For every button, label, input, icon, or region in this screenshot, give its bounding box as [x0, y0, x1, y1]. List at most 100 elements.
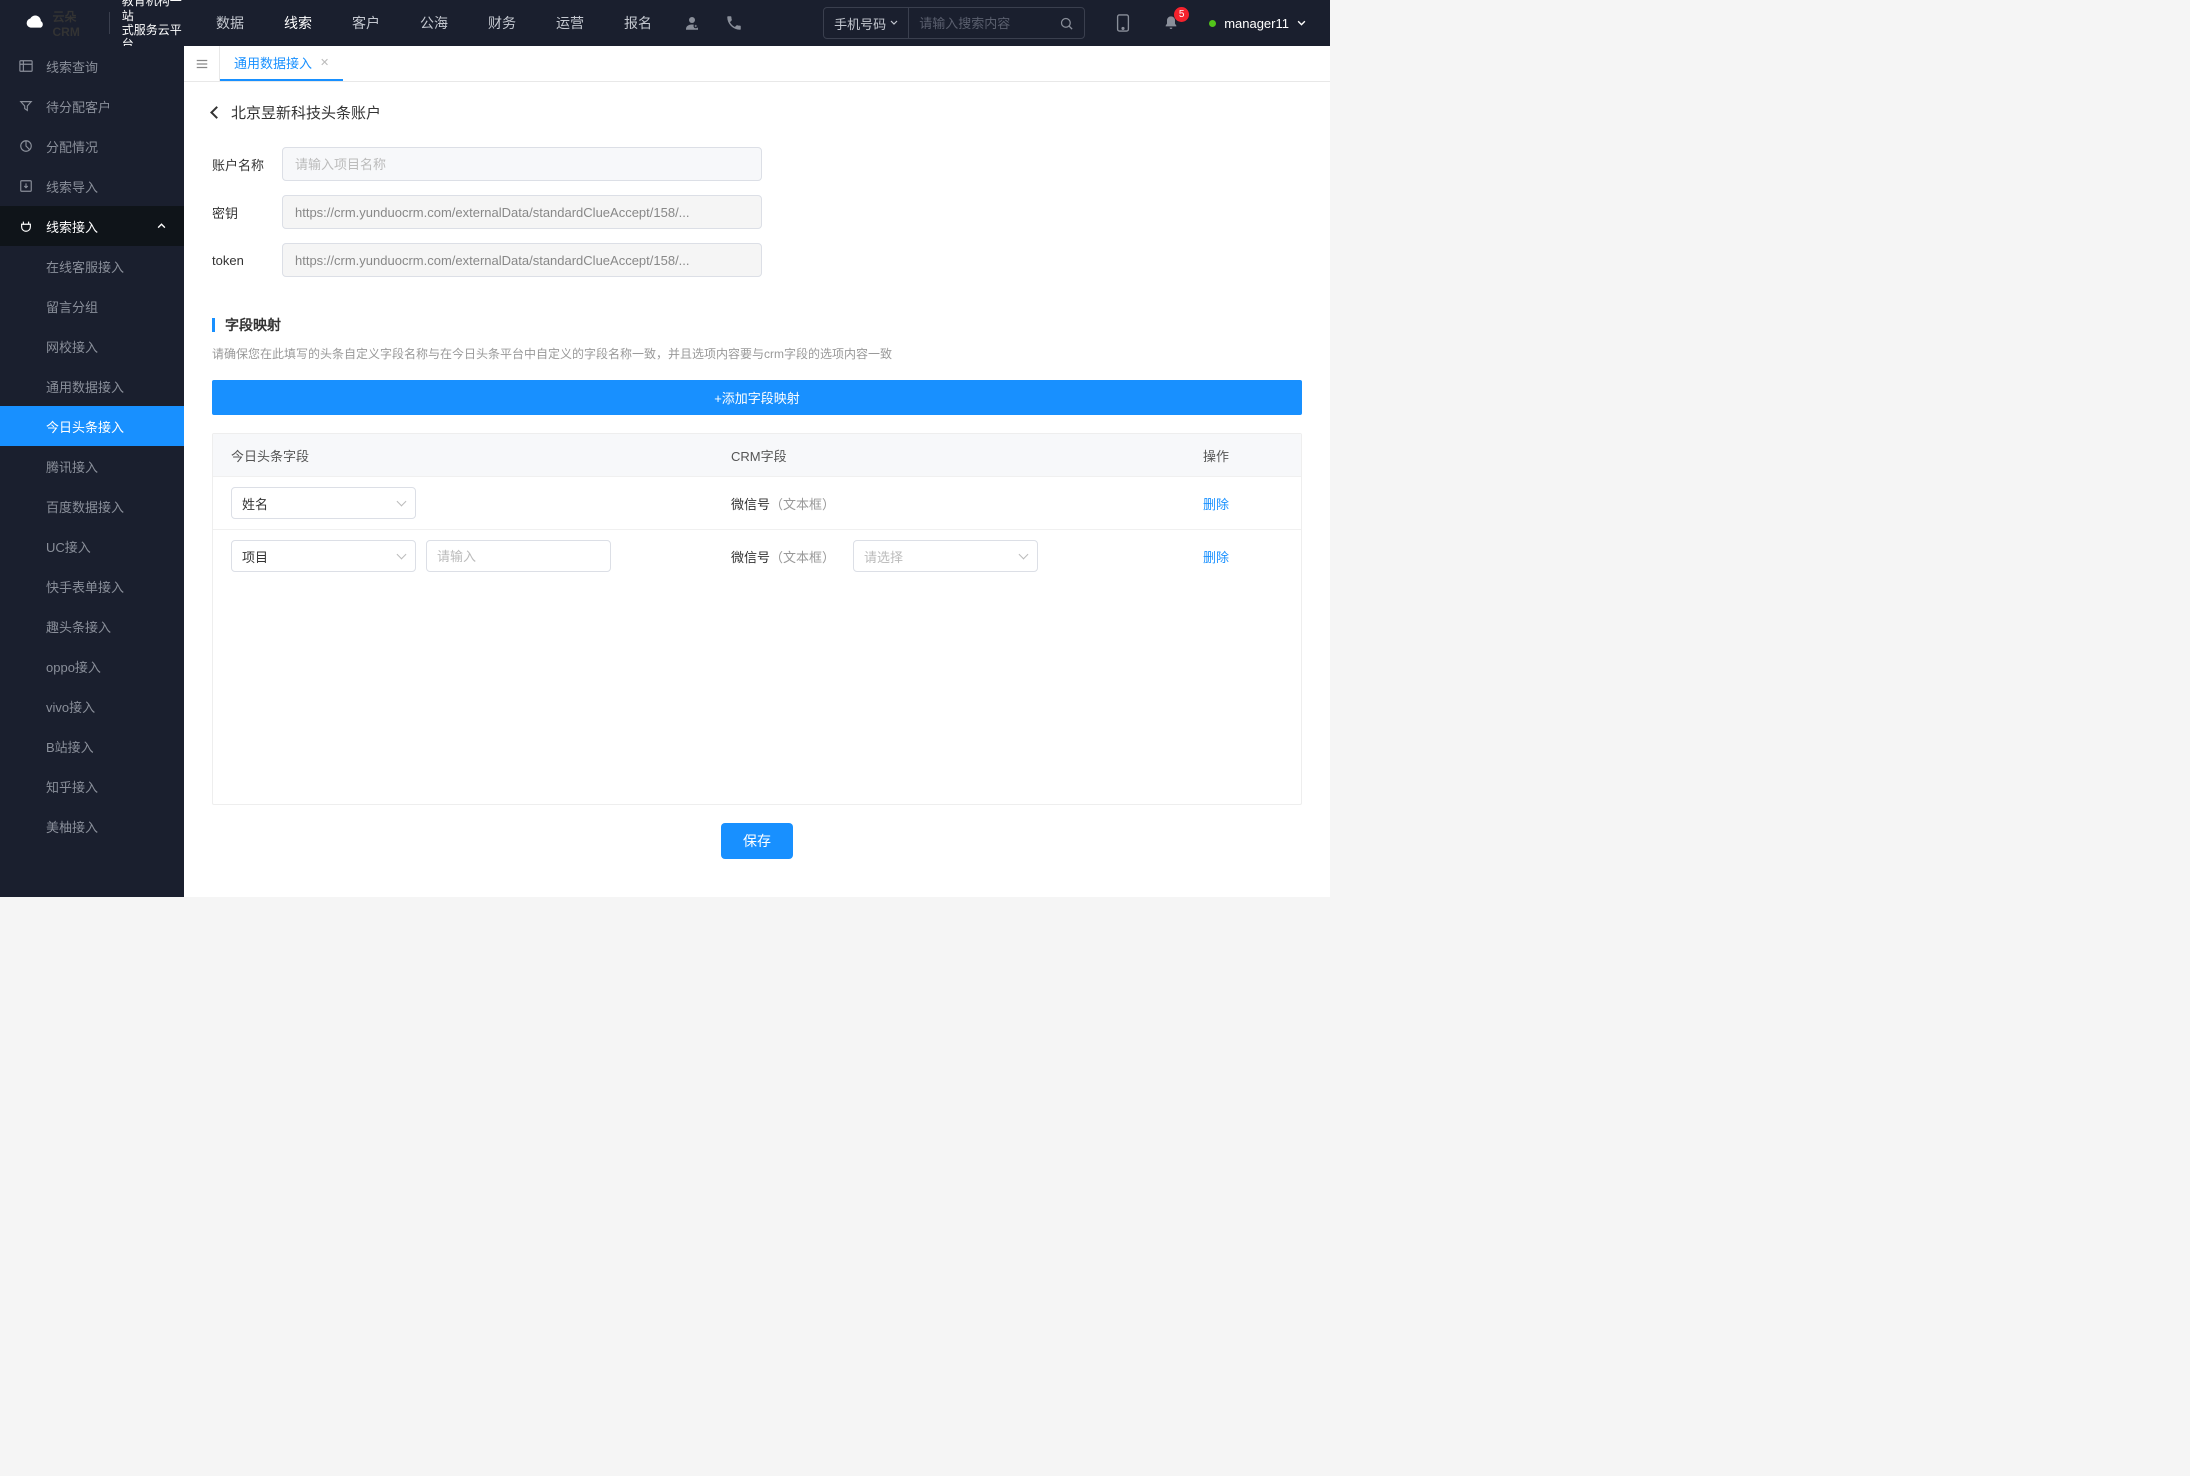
- sidebar-sub-message-group[interactable]: 留言分组: [0, 286, 184, 326]
- sidebar-item-clue-query[interactable]: 线索查询: [0, 46, 184, 86]
- sidebar-sub-uc[interactable]: UC接入: [0, 526, 184, 566]
- tabs-bar: 通用数据接入 ✕: [184, 46, 1330, 82]
- chevron-down-icon: [1019, 550, 1029, 560]
- input-key[interactable]: [282, 195, 762, 229]
- sidebar-sub-bilibili[interactable]: B站接入: [0, 726, 184, 766]
- search-type-label: 手机号码: [834, 14, 886, 33]
- nav-clue[interactable]: 线索: [282, 13, 314, 33]
- sidebar-label: 留言分组: [46, 297, 98, 316]
- chevron-down-icon: [397, 550, 407, 560]
- content: 北京昱新科技头条账户 账户名称 密钥 token 字段映射 请确保您在此填写的头…: [184, 82, 1330, 897]
- logo-sub1: 教育机构一站: [122, 0, 184, 23]
- logo-icon: [24, 10, 46, 36]
- sidebar-sub-vivo[interactable]: vivo接入: [0, 686, 184, 726]
- sidebar-label: UC接入: [46, 537, 91, 556]
- back-icon: [210, 106, 223, 119]
- field-select[interactable]: 项目: [231, 540, 416, 572]
- mapping-table: 今日头条字段 CRM字段 操作 姓名 微信号（文本框） 删除: [212, 433, 1302, 805]
- field-select[interactable]: 姓名: [231, 487, 416, 519]
- sidebar-label: 腾讯接入: [46, 457, 98, 476]
- main: 通用数据接入 ✕ 北京昱新科技头条账户 账户名称 密钥 token: [184, 46, 1330, 897]
- nav-ops[interactable]: 运营: [554, 13, 586, 33]
- sidebar-sub-meiyou[interactable]: 美柚接入: [0, 806, 184, 846]
- sidebar-label: 分配情况: [46, 137, 98, 156]
- sidebar-sub-toutiao[interactable]: 今日头条接入: [0, 406, 184, 446]
- sidebar-label: vivo接入: [46, 697, 95, 716]
- table-header: 今日头条字段 CRM字段 操作: [213, 434, 1301, 476]
- table-row: 姓名 微信号（文本框） 删除: [213, 476, 1301, 529]
- select-placeholder: 请选择: [864, 547, 903, 566]
- crm-field: 微信号: [731, 550, 770, 565]
- logo[interactable]: 云朵CRM 教育机构一站 式服务云平台: [0, 0, 184, 52]
- delete-link[interactable]: 删除: [1203, 550, 1229, 565]
- section-bar: [212, 318, 215, 332]
- logo-name: 云朵CRM: [52, 8, 96, 39]
- help-text: 请确保您在此填写的头条自定义字段名称与在今日头条平台中自定义的字段名称一致，并且…: [212, 345, 1302, 362]
- nav-enroll[interactable]: 报名: [622, 13, 654, 33]
- sidebar-item-clue-access[interactable]: 线索接入: [0, 206, 184, 246]
- sidebar-label: 线索接入: [46, 217, 98, 236]
- field-input[interactable]: [426, 540, 611, 572]
- section-title: 字段映射: [225, 315, 281, 335]
- top-nav: 数据 线索 客户 公海 财务 运营 报名: [214, 13, 654, 33]
- status-dot: [1209, 20, 1216, 27]
- tab-label: 通用数据接入: [234, 53, 312, 72]
- sidebar-label: 通用数据接入: [46, 377, 124, 396]
- search-button[interactable]: [1049, 16, 1084, 31]
- sidebar-item-clue-import[interactable]: 线索导入: [0, 166, 184, 206]
- crm-field: 微信号: [731, 497, 770, 512]
- sidebar-sub-baidu[interactable]: 百度数据接入: [0, 486, 184, 526]
- sidebar-sub-qutoutiao[interactable]: 趣头条接入: [0, 606, 184, 646]
- label-account-name: 账户名称: [212, 155, 282, 174]
- search-input[interactable]: [909, 16, 1049, 31]
- input-account-name[interactable]: [282, 147, 762, 181]
- sidebar-label: 趣头条接入: [46, 617, 111, 636]
- nav-customer[interactable]: 客户: [350, 13, 382, 33]
- logo-divider: [109, 12, 110, 34]
- user-add-icon[interactable]: [682, 13, 702, 33]
- tab-menu-button[interactable]: [184, 46, 220, 81]
- sidebar-sub-online-service[interactable]: 在线客服接入: [0, 246, 184, 286]
- nav-sea[interactable]: 公海: [418, 13, 450, 33]
- sidebar-sub-kuaishou[interactable]: 快手表单接入: [0, 566, 184, 606]
- select-value: 姓名: [242, 494, 268, 513]
- col-crm: CRM字段: [731, 446, 1203, 465]
- table-row: 项目 微信号（文本框） 请选择 删除: [213, 529, 1301, 582]
- notification-icon[interactable]: 5: [1161, 13, 1181, 33]
- sidebar-sub-oppo[interactable]: oppo接入: [0, 646, 184, 686]
- user-menu[interactable]: manager11: [1209, 16, 1306, 31]
- nav-data[interactable]: 数据: [214, 13, 246, 33]
- pie-icon: [18, 138, 34, 154]
- chevron-down-icon: [890, 19, 898, 27]
- crm-sub: （文本框）: [770, 550, 835, 565]
- username: manager11: [1224, 16, 1289, 31]
- sidebar-label: 美柚接入: [46, 817, 98, 836]
- phone-icon[interactable]: [724, 13, 744, 33]
- sidebar-item-pending-customers[interactable]: 待分配客户: [0, 86, 184, 126]
- save-button[interactable]: 保存: [721, 823, 793, 859]
- add-mapping-button[interactable]: +添加字段映射: [212, 380, 1302, 415]
- tab-close-icon[interactable]: ✕: [320, 56, 329, 69]
- search-type-select[interactable]: 手机号码: [824, 8, 909, 38]
- chevron-up-icon: [157, 222, 166, 231]
- col-actions: 操作: [1203, 446, 1283, 465]
- input-token[interactable]: [282, 243, 762, 277]
- back-breadcrumb[interactable]: 北京昱新科技头条账户: [212, 102, 1302, 123]
- label-key: 密钥: [212, 203, 282, 222]
- nav-finance[interactable]: 财务: [486, 13, 518, 33]
- delete-link[interactable]: 删除: [1203, 497, 1229, 512]
- sidebar-item-distribution[interactable]: 分配情况: [0, 126, 184, 166]
- sidebar-sub-general-data[interactable]: 通用数据接入: [0, 366, 184, 406]
- search-box: 手机号码: [823, 7, 1085, 39]
- crm-select[interactable]: 请选择: [853, 540, 1038, 572]
- sidebar-label: 待分配客户: [46, 97, 111, 116]
- sidebar-label: oppo接入: [46, 657, 101, 676]
- tab-general-data[interactable]: 通用数据接入 ✕: [220, 46, 343, 81]
- sidebar-sub-school[interactable]: 网校接入: [0, 326, 184, 366]
- sidebar-sub-tencent[interactable]: 腾讯接入: [0, 446, 184, 486]
- sidebar-label: 网校接入: [46, 337, 98, 356]
- filter-icon: [18, 98, 34, 114]
- mobile-icon[interactable]: [1113, 13, 1133, 33]
- chevron-down-icon: [1297, 19, 1306, 28]
- sidebar-sub-zhihu[interactable]: 知乎接入: [0, 766, 184, 806]
